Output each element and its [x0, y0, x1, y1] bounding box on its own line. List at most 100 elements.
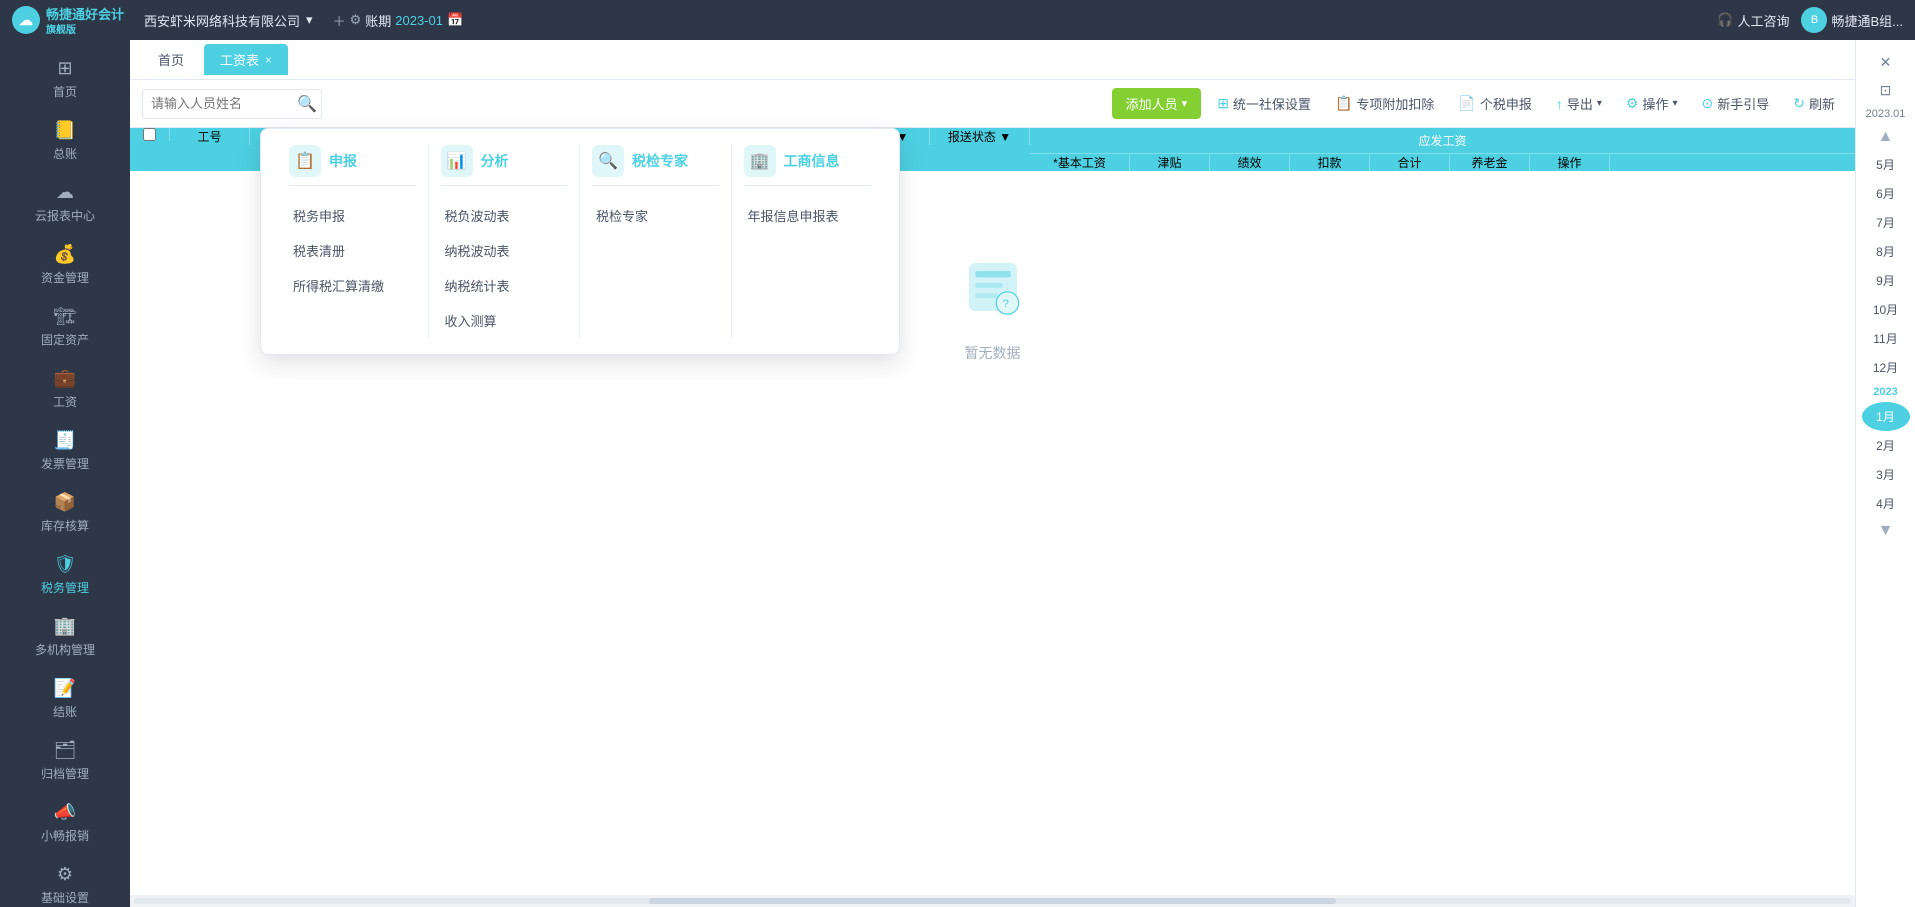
plus-icon[interactable]: ＋ [333, 11, 346, 30]
popup-section-shenBao: 📋 申报 税务申报 税表清册 所得税汇算清缴 [277, 145, 429, 338]
th-salary-group-label: 应发工资 [1030, 128, 1855, 154]
cal-month-5[interactable]: 5月 [1862, 150, 1910, 179]
special-deduct-btn[interactable]: 📋 专项附加扣除 [1327, 90, 1442, 117]
sidebar-item-invoice[interactable]: 🧾 发票管理 [0, 420, 130, 482]
refresh-btn[interactable]: ↻ 刷新 [1785, 90, 1843, 117]
sidebar-item-fund-mgmt[interactable]: 💰 资金管理 [0, 234, 130, 296]
th-pension: 养老金 [1450, 154, 1530, 171]
sidebar-item-cloud-report[interactable]: ☁ 云报表中心 [0, 172, 130, 234]
company-selector[interactable]: 西安虾米网络科技有限公司 ▾ [136, 7, 321, 34]
social-label: 统一社保设置 [1233, 94, 1311, 113]
menu-item-tax-stats[interactable]: 纳税统计表 [441, 268, 568, 303]
sidebar-item-tax-mgmt[interactable]: 🛡 税务管理 [0, 544, 130, 606]
sidebar-item-payroll[interactable]: 💼 工资 [0, 358, 130, 420]
social-icon: ⊞ [1217, 95, 1229, 112]
sidebar-item-inventory[interactable]: 📦 库存核算 [0, 482, 130, 544]
popup-section-shuiJian: 🔍 税检专家 税检专家 [580, 145, 732, 338]
guide-btn[interactable]: ⊙ 新手引导 [1694, 90, 1778, 117]
popup-section-gongShang: 🏢 工商信息 年报信息申报表 [732, 145, 884, 338]
service-label: 人工咨询 [1737, 11, 1789, 30]
th-basic: *基本工资 [1030, 154, 1130, 171]
menu-item-tax-declare[interactable]: 税务申报 [289, 198, 416, 233]
add-person-label: 添加人员 [1126, 94, 1178, 113]
operation-icon: ⚙ [1626, 95, 1639, 112]
sidebar-item-multi-org[interactable]: 🏢 多机构管理 [0, 606, 130, 668]
cal-month-2[interactable]: 2月 [1862, 431, 1910, 460]
menu-item-income-calc[interactable]: 收入测算 [441, 303, 568, 338]
fenXi-header: 📊 分析 [441, 145, 568, 186]
calendar-minimize-btn[interactable]: ⊡ [1872, 76, 1900, 104]
cal-month-1-active[interactable]: 1月 [1862, 402, 1910, 431]
cal-month-3[interactable]: 3月 [1862, 460, 1910, 489]
sidebar-label-fund-mgmt: 资金管理 [41, 269, 89, 286]
calendar-nav-down[interactable]: ▼ [1874, 518, 1898, 544]
add-person-button[interactable]: 添加人员 ▾ [1112, 88, 1202, 119]
sidebar-label-general-ledger: 总账 [53, 145, 77, 162]
sidebar-item-archive[interactable]: 🗂 归档管理 [0, 730, 130, 792]
cloud-icon: ☁ [56, 182, 74, 203]
search-input[interactable] [151, 96, 291, 111]
cal-month-7[interactable]: 7月 [1862, 208, 1910, 237]
sidebar-item-home[interactable]: ⊞ 首页 [0, 48, 130, 110]
tab-close-icon[interactable]: × [265, 53, 272, 67]
menu-item-tax-wave[interactable]: 纳税波动表 [441, 233, 568, 268]
tab-home[interactable]: 首页 [142, 44, 200, 75]
calendar-icon[interactable]: 📅 [447, 12, 463, 28]
user-menu[interactable]: B 畅捷通B组... [1801, 7, 1903, 33]
header-left: ☁ 畅捷通好会计 旗舰版 西安虾米网络科技有限公司 ▾ ＋ ⚙ 账期 2023-… [12, 4, 463, 36]
fenXi-title: 分析 [481, 151, 509, 171]
sidebar-label-fixed-assets: 固定资产 [41, 331, 89, 348]
social-insurance-btn[interactable]: ⊞ 统一社保设置 [1209, 90, 1319, 117]
tab-salary[interactable]: 工资表 × [204, 44, 288, 75]
gongShang-icon: 🏢 [744, 145, 776, 177]
deduct-label: 专项附加扣除 [1356, 94, 1434, 113]
menu-item-income-tax[interactable]: 所得税汇算清缴 [289, 268, 416, 303]
cal-month-6[interactable]: 6月 [1862, 179, 1910, 208]
shuiJian-header: 🔍 税检专家 [592, 145, 719, 186]
refresh-label: 刷新 [1809, 94, 1835, 113]
fund-icon: 💰 [54, 244, 76, 265]
export-btn[interactable]: ↑ 导出 ▾ [1548, 90, 1610, 117]
calendar-close-btn[interactable]: ✕ [1872, 48, 1900, 76]
gongShang-header: 🏢 工商信息 [744, 145, 872, 186]
tax-report-btn[interactable]: 📄 个税申报 [1450, 90, 1539, 117]
sidebar-item-xiao-chang[interactable]: 📣 小畅报销 [0, 792, 130, 854]
operation-label: 操作 [1642, 94, 1668, 113]
main-layout: ⊞ 首页 📒 总账 ☁ 云报表中心 💰 资金管理 🏗 固定资产 💼 工资 🧾 发… [0, 40, 1915, 907]
tab-bar: 首页 工资表 × [130, 40, 1855, 80]
cal-month-9[interactable]: 9月 [1862, 266, 1910, 295]
menu-item-tax-expert[interactable]: 税检专家 [592, 198, 719, 233]
guide-icon: ⊙ [1702, 95, 1714, 112]
th-action-label: 操作 [1557, 154, 1581, 171]
sidebar-item-general-ledger[interactable]: 📒 总账 [0, 110, 130, 172]
sidebar-item-settlement[interactable]: 📝 结账 [0, 668, 130, 730]
scrollbar-thumb[interactable] [649, 898, 1336, 904]
horizontal-scrollbar[interactable] [130, 895, 1855, 907]
operation-btn[interactable]: ⚙ 操作 ▾ [1618, 90, 1686, 117]
th-id-label: 工号 [197, 128, 221, 145]
content-area: 首页 工资表 × 🔍 添加人员 ▾ ⊞ 统一社保设置 📋 [130, 40, 1855, 907]
headset-icon: 🎧 [1717, 12, 1733, 28]
cal-year-2023: 2023 [1873, 382, 1897, 402]
cal-month-12[interactable]: 12月 [1862, 353, 1910, 382]
deduct-icon: 📋 [1335, 95, 1352, 112]
sidebar-item-fixed-assets[interactable]: 🏗 固定资产 [0, 296, 130, 358]
archive-icon: 🗂 [54, 740, 77, 761]
select-all-checkbox[interactable] [143, 128, 156, 141]
cal-month-4[interactable]: 4月 [1862, 489, 1910, 518]
menu-item-annual-report[interactable]: 年报信息申报表 [744, 198, 872, 233]
settings-icon[interactable]: ⚙ [350, 12, 362, 28]
th-allowance-label: 津贴 [1157, 154, 1181, 171]
menu-item-tax-burden[interactable]: 税负波动表 [441, 198, 568, 233]
tab-salary-label: 工资表 [220, 50, 259, 69]
sidebar-item-basic-settings[interactable]: ⚙ 基础设置 [0, 854, 130, 907]
cal-month-8[interactable]: 8月 [1862, 237, 1910, 266]
cal-month-11[interactable]: 11月 [1862, 324, 1910, 353]
th-report-label: 报送状态 ▼ [948, 128, 1011, 145]
company-dropdown-icon[interactable]: ▾ [306, 12, 313, 28]
cal-month-10[interactable]: 10月 [1862, 295, 1910, 324]
menu-item-tax-table[interactable]: 税表清册 [289, 233, 416, 268]
service-btn[interactable]: 🎧 人工咨询 [1717, 11, 1789, 30]
th-checkbox[interactable] [130, 128, 170, 141]
calendar-nav-up[interactable]: ▲ [1874, 124, 1898, 150]
